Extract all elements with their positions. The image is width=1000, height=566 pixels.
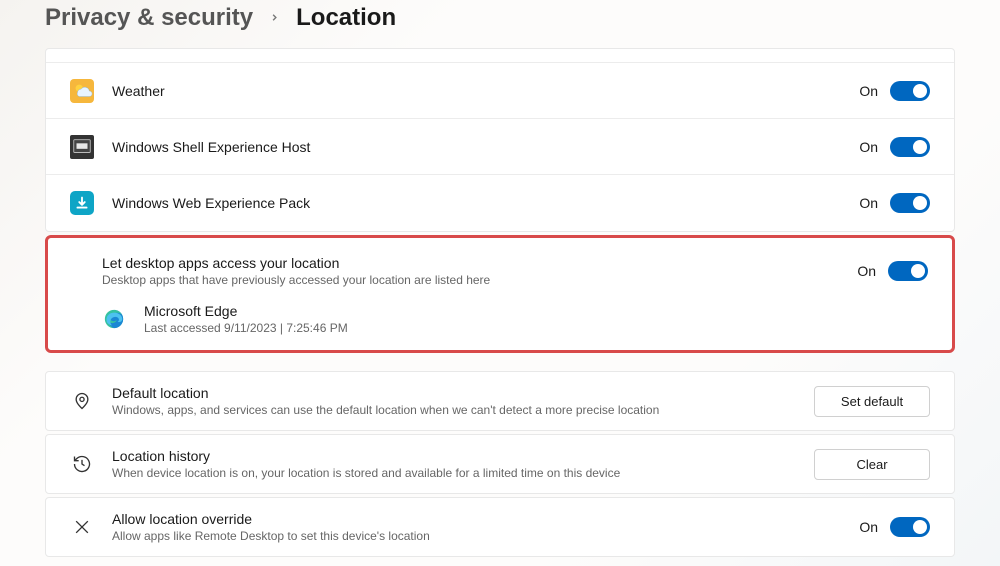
list-item-weather[interactable]: Weather On: [46, 63, 954, 119]
breadcrumb-current: Location: [296, 4, 396, 32]
set-default-button[interactable]: Set default: [814, 386, 930, 417]
chevron-right-icon: [269, 10, 280, 26]
shell-icon: [70, 135, 94, 159]
list-item-cutoff: [46, 49, 954, 63]
app-name: Windows Web Experience Pack: [112, 195, 859, 211]
section-title: Let desktop apps access your location: [102, 255, 857, 271]
toggle-state-label: On: [859, 519, 878, 535]
toggle-switch[interactable]: [890, 81, 930, 101]
app-name: Microsoft Edge: [144, 303, 928, 319]
toggle-switch[interactable]: [888, 261, 928, 281]
app-permissions-list: Weather On Windows Shell Experience Host…: [45, 48, 955, 232]
toggle-switch[interactable]: [890, 193, 930, 213]
toggle-state-label: On: [857, 263, 876, 279]
list-item-shell[interactable]: Windows Shell Experience Host On: [46, 119, 954, 175]
list-item-web[interactable]: Windows Web Experience Pack On: [46, 175, 954, 231]
list-item-edge: Microsoft Edge Last accessed 9/11/2023 |…: [48, 294, 952, 350]
section-subtitle: Allow apps like Remote Desktop to set th…: [112, 529, 859, 543]
weather-icon: [70, 79, 94, 103]
app-last-accessed: Last accessed 9/11/2023 | 7:25:46 PM: [144, 321, 928, 335]
section-title: Default location: [112, 385, 814, 401]
app-name: Windows Shell Experience Host: [112, 139, 859, 155]
section-subtitle: When device location is on, your locatio…: [112, 466, 814, 480]
toggle-state-label: On: [859, 83, 878, 99]
location-history-row: Location history When device location is…: [45, 434, 955, 494]
clear-button[interactable]: Clear: [814, 449, 930, 480]
location-override-row: Allow location override Allow apps like …: [45, 497, 955, 557]
history-icon: [70, 452, 94, 476]
section-subtitle: Desktop apps that have previously access…: [102, 273, 857, 287]
toggle-state-label: On: [859, 195, 878, 211]
toggle-state-label: On: [859, 139, 878, 155]
toggle-switch[interactable]: [890, 517, 930, 537]
default-location-row: Default location Windows, apps, and serv…: [45, 371, 955, 431]
highlight-box: Let desktop apps access your location De…: [45, 235, 955, 353]
section-title: Location history: [112, 448, 814, 464]
desktop-apps-header[interactable]: Let desktop apps access your location De…: [48, 238, 952, 294]
section-subtitle: Windows, apps, and services can use the …: [112, 403, 814, 417]
toggle-switch[interactable]: [890, 137, 930, 157]
breadcrumb: Privacy & security Location: [45, 0, 955, 48]
override-icon: [70, 515, 94, 539]
breadcrumb-parent[interactable]: Privacy & security: [45, 4, 253, 32]
map-pin-icon: [70, 389, 94, 413]
section-title: Allow location override: [112, 511, 859, 527]
app-name: Weather: [112, 83, 859, 99]
web-pack-icon: [70, 191, 94, 215]
edge-icon: [102, 307, 126, 331]
